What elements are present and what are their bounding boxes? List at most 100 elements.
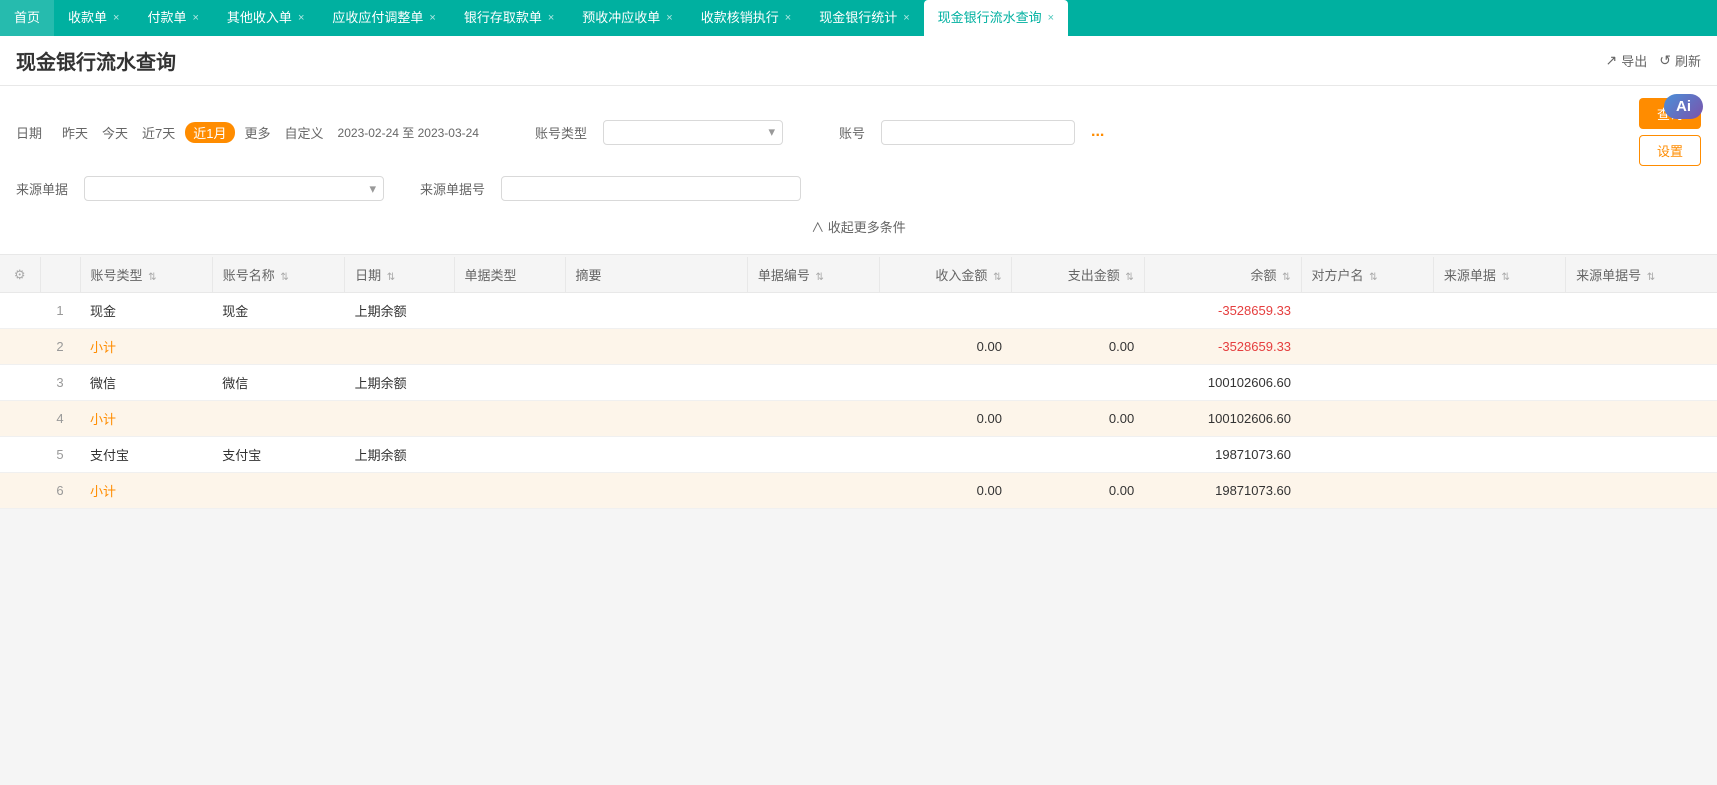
close-adjustment-icon[interactable]: × [429, 0, 435, 36]
th-expense[interactable]: 支出金额 ⇅ [1012, 257, 1144, 293]
row-account-name: 支付宝 [212, 437, 344, 473]
row-income [880, 293, 1012, 329]
page-header: 现金银行流水查询 ↗ 导出 ↺ 刷新 [0, 36, 1717, 86]
row-expense [1012, 293, 1144, 329]
th-date[interactable]: 日期 ⇅ [345, 257, 454, 293]
th-balance[interactable]: 余额 ⇅ [1144, 257, 1301, 293]
table-row[interactable]: 3微信微信上期余额100102606.60 [0, 365, 1717, 401]
row-idx: 5 [40, 437, 80, 473]
row-income: 0.00 [880, 473, 1012, 509]
row-source-doc [1433, 365, 1565, 401]
table-row[interactable]: 2小计0.000.00-3528659.33 [0, 329, 1717, 365]
collapse-button[interactable]: ∧ 收起更多条件 [16, 211, 1701, 242]
header-actions: ↗ 导出 ↺ 刷新 [1606, 51, 1702, 70]
close-collection-icon[interactable]: × [785, 0, 791, 36]
table-row[interactable]: 5支付宝支付宝上期余额19871073.60 [0, 437, 1717, 473]
row-balance: 19871073.60 [1144, 473, 1301, 509]
date-opt-custom[interactable]: 自定义 [281, 122, 328, 143]
close-cash-flow-icon[interactable]: × [1048, 0, 1054, 36]
table-section: ⚙ 账号类型 ⇅ 账号名称 ⇅ 日期 ⇅ 单据类型 摘要 [0, 257, 1717, 509]
row-balance: 19871073.60 [1144, 437, 1301, 473]
nav-cash-flow[interactable]: 现金银行流水查询 × [924, 0, 1068, 36]
nav-home[interactable]: 首页 [0, 0, 54, 36]
row-source-doc [1433, 437, 1565, 473]
close-cash-stat-icon[interactable]: × [903, 0, 909, 36]
row-account-type: 小计 [80, 329, 212, 365]
nav-other-income[interactable]: 其他收入单 × [213, 0, 318, 36]
close-receipt-icon[interactable]: × [113, 0, 119, 36]
row-counterpart [1301, 437, 1433, 473]
row-doc-type [454, 329, 565, 365]
th-doc-type: 单据类型 [454, 257, 565, 293]
date-opt-7days[interactable]: 近7天 [138, 122, 179, 143]
row-counterpart [1301, 329, 1433, 365]
sort-account-name-icon: ⇅ [280, 272, 288, 283]
account-input[interactable] [881, 120, 1075, 145]
source-doc-no-input[interactable] [501, 176, 801, 201]
table-row[interactable]: 4小计0.000.00100102606.60 [0, 401, 1717, 437]
settings-button[interactable]: 设置 [1639, 135, 1701, 166]
nav-payment[interactable]: 付款单 × [133, 0, 212, 36]
row-income [880, 365, 1012, 401]
row-balance: -3528659.33 [1144, 293, 1301, 329]
nav-receipt[interactable]: 收款单 × [54, 0, 133, 36]
data-table: ⚙ 账号类型 ⇅ 账号名称 ⇅ 日期 ⇅ 单据类型 摘要 [0, 257, 1717, 509]
refresh-button[interactable]: ↺ 刷新 [1659, 51, 1701, 70]
row-doc-no [747, 293, 879, 329]
table-row[interactable]: 6小计0.000.0019871073.60 [0, 473, 1717, 509]
nav-adjustment[interactable]: 应收应付调整单 × [318, 0, 449, 36]
th-account-name[interactable]: 账号名称 ⇅ [212, 257, 344, 293]
date-opt-today[interactable]: 今天 [98, 122, 132, 143]
ai-badge[interactable]: Ai [1664, 94, 1703, 119]
nav-collection[interactable]: 收款核销执行 × [687, 0, 805, 36]
row-account-name [212, 473, 344, 509]
close-bank-deposit-icon[interactable]: × [548, 0, 554, 36]
account-type-select[interactable] [603, 120, 783, 145]
nav-cash-stat[interactable]: 现金银行统计 × [805, 0, 923, 36]
row-summary [565, 401, 747, 437]
th-account-type[interactable]: 账号类型 ⇅ [80, 257, 212, 293]
row-source-doc-no [1566, 473, 1717, 509]
row-doc-no [747, 401, 879, 437]
source-doc-select-wrapper [84, 176, 384, 201]
th-gear[interactable]: ⚙ [0, 257, 40, 293]
row-expense: 0.00 [1012, 473, 1144, 509]
page-title: 现金银行流水查询 [16, 46, 176, 75]
row-source-doc [1433, 401, 1565, 437]
th-source-doc[interactable]: 来源单据 ⇅ [1433, 257, 1565, 293]
close-prepayment-icon[interactable]: × [666, 0, 672, 36]
row-account-type: 现金 [80, 293, 212, 329]
close-payment-icon[interactable]: × [192, 0, 198, 36]
row-doc-no [747, 437, 879, 473]
th-source-doc-no[interactable]: 来源单据号 ⇅ [1566, 257, 1717, 293]
account-dots[interactable]: ... [1091, 123, 1104, 141]
date-opt-more[interactable]: 更多 [241, 122, 275, 143]
row-doc-no [747, 329, 879, 365]
source-doc-select[interactable] [84, 176, 384, 201]
row-summary [565, 365, 747, 401]
date-opt-yesterday[interactable]: 昨天 [58, 122, 92, 143]
date-opt-1month[interactable]: 近1月 [185, 122, 234, 143]
row-summary [565, 473, 747, 509]
row-expense [1012, 437, 1144, 473]
nav-bank-deposit[interactable]: 银行存取款单 × [450, 0, 568, 36]
nav-prepayment[interactable]: 预收冲应收单 × [568, 0, 686, 36]
table-row[interactable]: 1现金现金上期余额-3528659.33 [0, 293, 1717, 329]
th-counterpart[interactable]: 对方户名 ⇅ [1301, 257, 1433, 293]
row-doc-type [454, 473, 565, 509]
date-options: 昨天 今天 近7天 近1月 更多 自定义 2023-02-24 至 2023-0… [58, 122, 479, 143]
th-doc-no[interactable]: 单据编号 ⇅ [747, 257, 879, 293]
row-account-name [212, 401, 344, 437]
row-counterpart [1301, 365, 1433, 401]
row-source-doc-no [1566, 293, 1717, 329]
close-other-income-icon[interactable]: × [298, 0, 304, 36]
th-income[interactable]: 收入金额 ⇅ [880, 257, 1012, 293]
sort-source-doc-no-icon: ⇅ [1647, 272, 1655, 283]
row-counterpart [1301, 473, 1433, 509]
row-expense: 0.00 [1012, 329, 1144, 365]
sort-source-doc-icon: ⇅ [1501, 272, 1509, 283]
row-balance: 100102606.60 [1144, 401, 1301, 437]
row-doc-no [747, 473, 879, 509]
export-button[interactable]: ↗ 导出 [1606, 51, 1648, 70]
row-account-type: 小计 [80, 401, 212, 437]
